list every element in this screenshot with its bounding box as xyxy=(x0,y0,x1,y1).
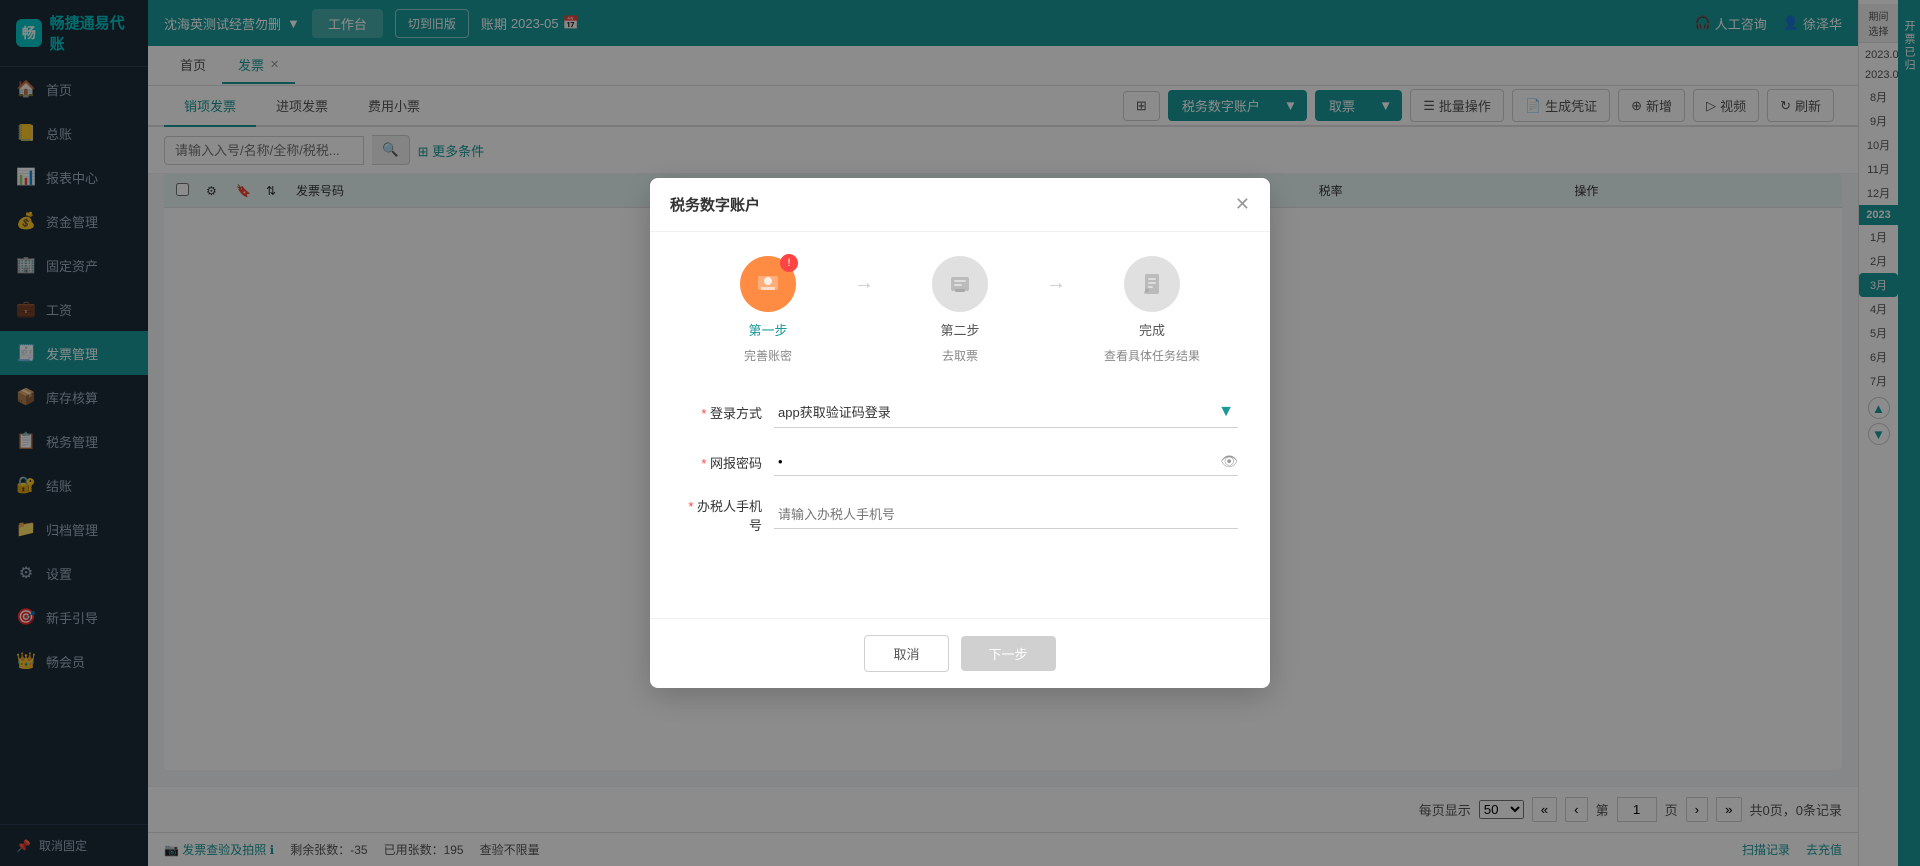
password-input-wrapper: 👁 xyxy=(774,448,1238,476)
step2-icon xyxy=(932,256,988,312)
login-method-value: app获取验证码登录 xyxy=(778,402,891,421)
modal-close-button[interactable]: ✕ xyxy=(1235,194,1250,215)
cancel-button[interactable]: 取消 xyxy=(864,635,948,672)
login-method-select[interactable]: app获取验证码登录 ▼ xyxy=(774,396,1238,428)
step2-desc: 去取票 xyxy=(942,347,978,364)
step-2: 第二步 去取票 xyxy=(874,256,1046,364)
password-input[interactable] xyxy=(774,448,1220,475)
step-3: 完成 查看具体任务结果 xyxy=(1066,256,1238,364)
eye-icon[interactable]: 👁 xyxy=(1220,453,1238,470)
step3-desc: 查看具体任务结果 xyxy=(1104,347,1200,364)
modal-footer: 取消 下一步 xyxy=(650,618,1270,688)
step1-icon: ! xyxy=(740,256,796,312)
steps-container: ! 第一步 完善账密 → xyxy=(682,256,1238,364)
select-chevron-icon: ▼ xyxy=(1218,403,1234,421)
next-button[interactable]: 下一步 xyxy=(961,636,1056,671)
step3-label: 完成 xyxy=(1139,320,1165,339)
step2-label: 第二步 xyxy=(940,320,979,339)
modal-header: 税务数字账户 ✕ xyxy=(650,178,1270,232)
arrow1: → xyxy=(854,272,874,295)
step1-label: 第一步 xyxy=(748,320,787,339)
login-method-row: 登录方式 app获取验证码登录 ▼ xyxy=(682,396,1238,428)
password-row: 网报密码 👁 xyxy=(682,448,1238,476)
password-label: 网报密码 xyxy=(682,453,762,472)
phone-label: 办税人手机号 xyxy=(682,496,762,534)
modal-title: 税务数字账户 xyxy=(670,194,760,215)
modal-overlay: 税务数字账户 ✕ ! 第一步 完善账密 xyxy=(0,0,1920,866)
step1-badge: ! xyxy=(780,254,798,272)
modal-body: ! 第一步 完善账密 → xyxy=(650,232,1270,618)
form-spacer xyxy=(682,554,1238,594)
phone-input[interactable] xyxy=(774,501,1238,529)
step-1: ! 第一步 完善账密 xyxy=(682,256,854,364)
login-method-label: 登录方式 xyxy=(682,403,762,422)
step1-desc: 完善账密 xyxy=(744,347,792,364)
phone-row: 办税人手机号 xyxy=(682,496,1238,534)
step3-icon xyxy=(1124,256,1180,312)
arrow2: → xyxy=(1046,272,1066,295)
tax-account-modal: 税务数字账户 ✕ ! 第一步 完善账密 xyxy=(650,178,1270,688)
